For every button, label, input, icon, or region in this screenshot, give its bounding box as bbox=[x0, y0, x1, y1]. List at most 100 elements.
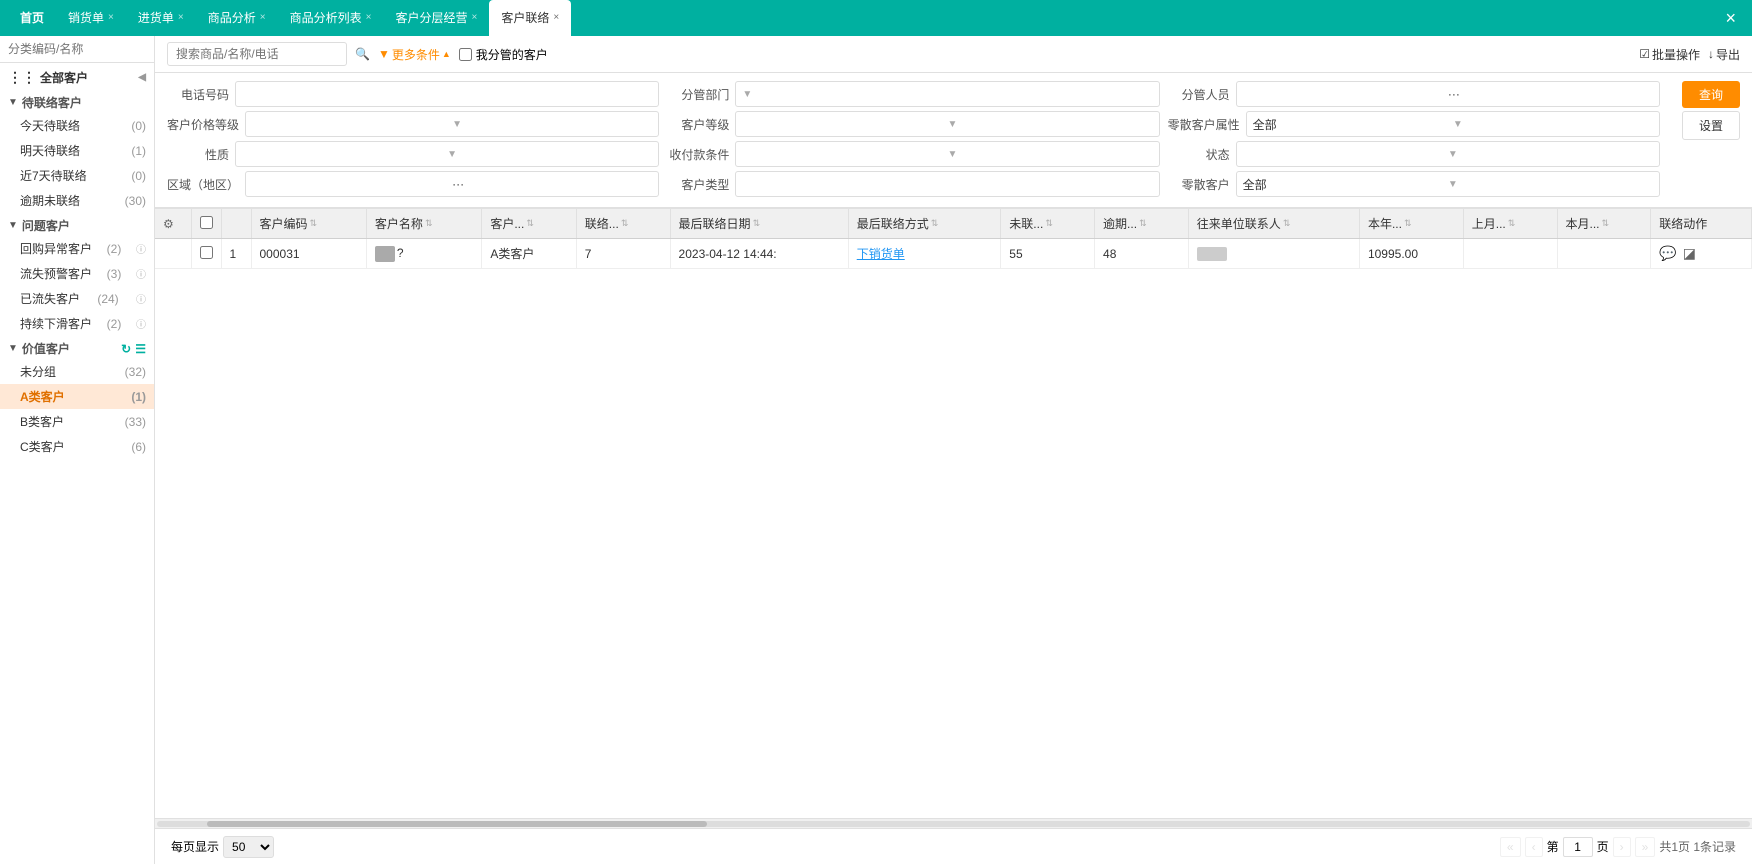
info-icon-repurchase: ⓘ bbox=[136, 241, 146, 256]
sidebar-item-7day-contact[interactable]: 近7天待联络 (0) bbox=[0, 163, 154, 188]
add-icon[interactable]: ☰ bbox=[135, 342, 146, 356]
nav-item-customer-layer[interactable]: 客户分层经营 × bbox=[383, 0, 489, 36]
sidebar-item-churned[interactable]: 已流失客户 (24) ⓘ bbox=[0, 286, 154, 311]
sidebar-search-input[interactable] bbox=[8, 42, 155, 56]
nav-purchase-close[interactable]: × bbox=[178, 0, 184, 36]
qr-action-icon[interactable]: ◪ bbox=[1683, 245, 1696, 262]
sidebar-item-overdue-contact[interactable]: 逾期未联络 (30) bbox=[0, 188, 154, 213]
row-checkbox-cell[interactable] bbox=[191, 239, 221, 269]
info-icon-churned: ⓘ bbox=[136, 291, 146, 306]
customer-level-arrow: ▼ bbox=[948, 119, 1153, 130]
filter-my-customers-checkbox[interactable]: 我分管的客户 bbox=[459, 46, 548, 63]
row-checkbox[interactable] bbox=[200, 246, 213, 259]
col-level-header[interactable]: 客户... ⇅ bbox=[482, 209, 576, 239]
item-7day-count: (0) bbox=[131, 169, 146, 183]
nav-item-home[interactable]: 首页 bbox=[8, 0, 56, 36]
next-page-button[interactable]: › bbox=[1613, 837, 1631, 857]
col-this-month-header[interactable]: 本月... ⇅ bbox=[1557, 209, 1651, 239]
col-last-date-label: 最后联络日期 bbox=[679, 215, 751, 232]
nav-item-customer-contact[interactable]: 客户联络 × bbox=[489, 0, 571, 36]
query-button[interactable]: 查询 bbox=[1682, 81, 1740, 108]
col-name-header[interactable]: 客户名称 ⇅ bbox=[366, 209, 481, 239]
app-close-button[interactable]: × bbox=[1717, 8, 1744, 28]
nav-analysis-close[interactable]: × bbox=[260, 0, 266, 36]
batch-op-button[interactable]: ☑ 批量操作 bbox=[1639, 46, 1700, 63]
nav-item-sales[interactable]: 销货单 × bbox=[56, 0, 126, 36]
col-overdue-header[interactable]: 逾期... ⇅ bbox=[1095, 209, 1189, 239]
filter-more-conditions[interactable]: ▼ 更多条件 ▲ bbox=[378, 46, 451, 63]
refresh-icon[interactable]: ↻ bbox=[121, 342, 131, 356]
select-all-checkbox[interactable] bbox=[200, 216, 213, 229]
sidebar-item-churn-warn[interactable]: 流失预警客户 (3) ⓘ bbox=[0, 261, 154, 286]
filter-nature-select[interactable]: ▼ bbox=[235, 141, 659, 167]
filter-phone: 电话号码 bbox=[167, 81, 659, 107]
sidebar-group-value[interactable]: ▼ 价值客户 ↻ ☰ bbox=[0, 336, 154, 359]
arrow-icon-2: ▼ bbox=[8, 220, 18, 231]
col-last-month-header[interactable]: 上月... ⇅ bbox=[1463, 209, 1557, 239]
sidebar-item-today-contact[interactable]: 今天待联络 (0) bbox=[0, 113, 154, 138]
col-last-way-header[interactable]: 最后联络方式 ⇅ bbox=[848, 209, 1001, 239]
sidebar-item-a-class[interactable]: A类客户 (1) bbox=[0, 384, 154, 409]
nav-customer-layer-close[interactable]: × bbox=[471, 0, 477, 36]
col-no-contact-header[interactable]: 未联... ⇅ bbox=[1001, 209, 1095, 239]
filter-phone-input[interactable] bbox=[235, 81, 659, 107]
filter-retail-attr-label: 零散客户属性 bbox=[1168, 116, 1246, 133]
filter-payment-select[interactable]: ▼ bbox=[735, 141, 1159, 167]
retail-customer-arrow: ▼ bbox=[1448, 179, 1653, 190]
filter-search-input[interactable] bbox=[167, 42, 347, 66]
row-last-way-cell[interactable]: 下销货单 bbox=[848, 239, 1001, 269]
nav-sales-close[interactable]: × bbox=[108, 0, 114, 36]
horizontal-scrollbar[interactable] bbox=[155, 818, 1752, 828]
filter-customer-type-select[interactable] bbox=[735, 171, 1159, 197]
chat-action-icon[interactable]: 💬 bbox=[1659, 245, 1676, 262]
col-code-label: 客户编码 bbox=[260, 215, 308, 232]
page-input[interactable] bbox=[1563, 837, 1593, 857]
filter-price-level-select[interactable]: ▼ bbox=[245, 111, 659, 137]
settings-gear-icon[interactable]: ⚙ bbox=[163, 217, 174, 231]
col-unit-contact-header[interactable]: 往来单位联系人 ⇅ bbox=[1188, 209, 1359, 239]
sidebar-item-ungroup[interactable]: 未分组 (32) bbox=[0, 359, 154, 384]
nav-item-analysis[interactable]: 商品分析 × bbox=[196, 0, 278, 36]
filter-dept-select[interactable]: ▼ bbox=[735, 81, 1159, 107]
sidebar-group-problem[interactable]: ▼ 问题客户 bbox=[0, 213, 154, 236]
filter-status-select[interactable]: ▼ bbox=[1236, 141, 1660, 167]
scroll-thumb[interactable] bbox=[207, 821, 707, 827]
filter-person-input[interactable]: ··· bbox=[1236, 81, 1660, 107]
filter-retail-attr-select[interactable]: 全部 ▼ bbox=[1246, 111, 1660, 137]
col-contact-header[interactable]: 联络... ⇅ bbox=[576, 209, 670, 239]
filter-retail-customer-select[interactable]: 全部 ▼ bbox=[1236, 171, 1660, 197]
first-page-button[interactable]: « bbox=[1500, 837, 1521, 857]
col-settings-header[interactable]: ⚙ bbox=[155, 209, 191, 239]
page-size-select[interactable]: 50 100 bbox=[223, 836, 274, 858]
settings-button[interactable]: 设置 bbox=[1682, 111, 1740, 140]
sidebar-collapse-icon[interactable]: ◀ bbox=[138, 72, 146, 83]
sidebar-item-c-class[interactable]: C类客户 (6) bbox=[0, 434, 154, 459]
nav-home-label: 首页 bbox=[20, 0, 44, 36]
sidebar-group-waiting[interactable]: ▼ 待联络客户 bbox=[0, 90, 154, 113]
nav-analysis-list-close[interactable]: × bbox=[366, 0, 372, 36]
sidebar-item-b-class[interactable]: B类客户 (33) bbox=[0, 409, 154, 434]
sidebar-item-tomorrow-contact[interactable]: 明天待联络 (1) bbox=[0, 138, 154, 163]
filter-region-select[interactable]: ··· bbox=[245, 171, 659, 197]
nav-item-analysis-list[interactable]: 商品分析列表 × bbox=[278, 0, 384, 36]
sidebar-item-declining[interactable]: 持续下滑客户 (2) ⓘ bbox=[0, 311, 154, 336]
col-this-year-header[interactable]: 本年... ⇅ bbox=[1359, 209, 1463, 239]
scroll-track bbox=[157, 821, 1750, 827]
filter-customer-level-select[interactable]: ▼ bbox=[735, 111, 1159, 137]
item-declining-label: 持续下滑客户 bbox=[20, 315, 92, 332]
last-page-button[interactable]: » bbox=[1635, 837, 1656, 857]
sidebar-item-repurchase[interactable]: 回购异常客户 (2) ⓘ bbox=[0, 236, 154, 261]
item-declining-count: (2) bbox=[107, 317, 122, 331]
item-c-class-count: (6) bbox=[131, 440, 146, 454]
col-last-date-header[interactable]: 最后联络日期 ⇅ bbox=[670, 209, 848, 239]
col-checkbox-header[interactable] bbox=[191, 209, 221, 239]
my-customers-checkbox[interactable] bbox=[459, 48, 472, 61]
filter-search-icon[interactable]: 🔍 bbox=[355, 47, 370, 61]
export-button[interactable]: ↓ 导出 bbox=[1708, 46, 1740, 63]
sidebar-all-customers[interactable]: ⋮⋮ 全部客户 ◀ bbox=[0, 63, 154, 90]
col-code-header[interactable]: 客户编码 ⇅ bbox=[251, 209, 366, 239]
nav-customer-layer-label: 客户分层经营 bbox=[395, 0, 467, 36]
nav-item-purchase[interactable]: 进货单 × bbox=[126, 0, 196, 36]
nav-customer-contact-close[interactable]: × bbox=[553, 0, 559, 36]
prev-page-button[interactable]: ‹ bbox=[1525, 837, 1543, 857]
